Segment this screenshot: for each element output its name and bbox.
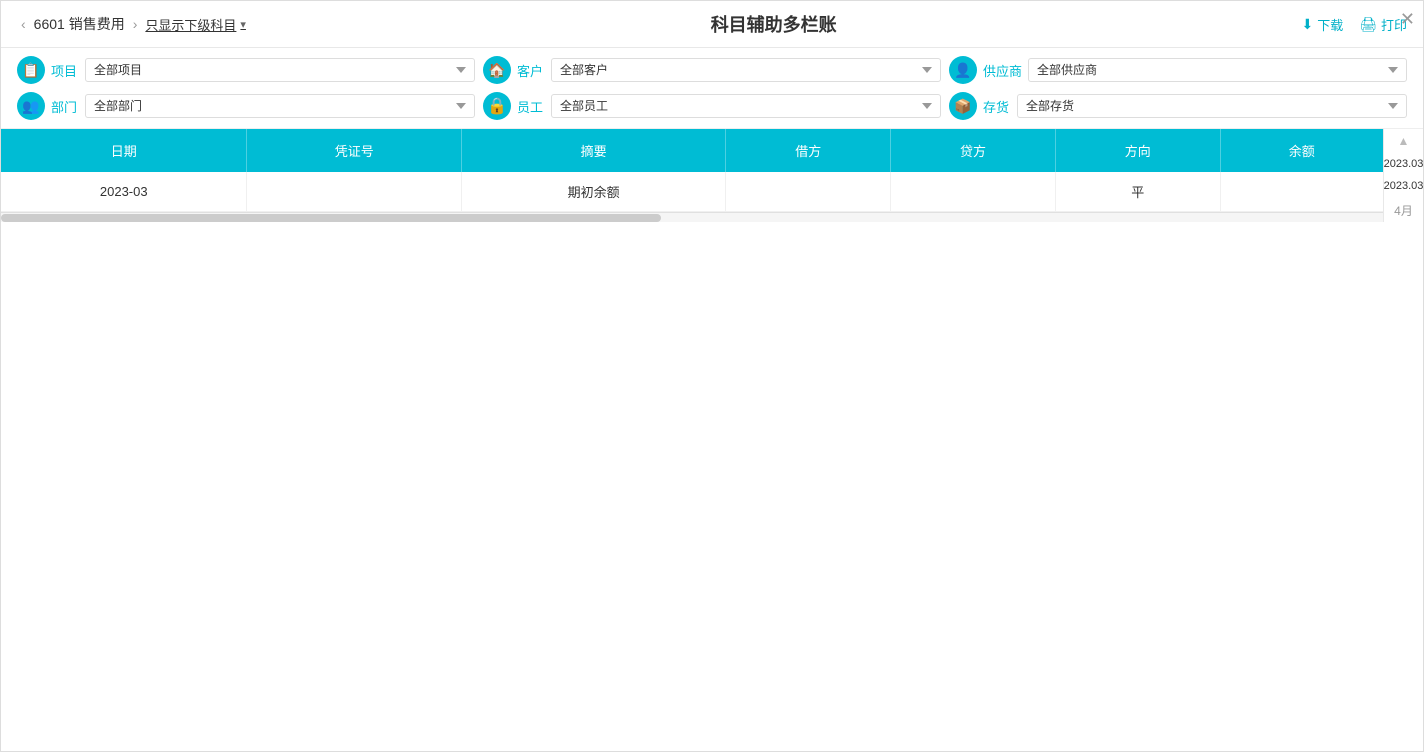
project-icon: 📋	[17, 56, 45, 84]
employee-select[interactable]: 全部员工	[551, 94, 941, 118]
page-title: 科目辅助多栏账	[254, 11, 1294, 37]
customer-filter-row: 🏠 客户 全部客户	[483, 56, 941, 84]
show-sub-button[interactable]: 只显示下级科目 ▾	[145, 15, 246, 34]
employee-label: 员工	[517, 97, 545, 116]
department-filter-row: 👥 部门 全部部门	[17, 92, 475, 120]
filter-area: 📋 项目 全部项目 🏠 客户 全部客户 👤 供应商 全部供应商 👥 部门 全	[1, 48, 1423, 129]
ledger-table: 日期 凭证号 摘要 借方 贷方 方向 余额 2023-03 期初余额	[1, 129, 1383, 212]
col-direction: 方向	[1055, 129, 1220, 172]
customer-icon: 🏠	[483, 56, 511, 84]
toolbar-left: ‹ 6601 销售费用 › 只显示下级科目 ▾	[17, 14, 246, 34]
col-credit: 贷方	[891, 129, 1056, 172]
close-button[interactable]: ✕	[1400, 9, 1415, 30]
project-label: 项目	[51, 61, 79, 80]
col-summary: 摘要	[462, 129, 726, 172]
cell-summary: 期初余额	[462, 172, 726, 212]
inventory-filter-row: 📦 存货 全部存货	[949, 92, 1407, 120]
toolbar: ‹ 6601 销售费用 › 只显示下级科目 ▾ 科目辅助多栏账 ⬇ 下载 🖨 打…	[1, 1, 1423, 48]
project-select[interactable]: 全部项目	[85, 58, 475, 82]
col-debit: 借方	[726, 129, 891, 172]
timeline-date-1[interactable]: 2023.03	[1384, 153, 1424, 175]
department-select[interactable]: 全部部门	[85, 94, 475, 118]
supplier-filter-row: 👤 供应商 全部供应商	[949, 56, 1407, 84]
download-button[interactable]: ⬇ 下载	[1301, 15, 1343, 34]
next-account-button[interactable]: ›	[129, 14, 142, 34]
chevron-down-icon: ▾	[240, 18, 246, 31]
cell-balance	[1220, 172, 1383, 212]
toolbar-right: ⬇ 下载 🖨 打印	[1301, 15, 1407, 34]
cell-date: 2023-03	[1, 172, 247, 212]
supplier-label: 供应商	[983, 61, 1022, 80]
timeline-date-2[interactable]: 2023.03	[1384, 175, 1424, 197]
customer-label: 客户	[517, 61, 545, 80]
department-icon: 👥	[17, 92, 45, 120]
department-label: 部门	[51, 97, 79, 116]
cell-voucher	[247, 172, 462, 212]
download-icon: ⬇	[1301, 16, 1313, 33]
employee-filter-row: 🔒 员工 全部员工	[483, 92, 941, 120]
col-balance: 余额	[1220, 129, 1383, 172]
customer-select[interactable]: 全部客户	[551, 58, 941, 82]
col-voucher: 凭证号	[247, 129, 462, 172]
inventory-label: 存货	[983, 97, 1011, 116]
show-sub-label: 只显示下级科目	[145, 15, 236, 34]
cell-credit	[891, 172, 1056, 212]
cell-direction: 平	[1055, 172, 1220, 212]
supplier-select[interactable]: 全部供应商	[1028, 58, 1407, 82]
timeline-month-4[interactable]: 4月	[1384, 197, 1424, 212]
close-icon: ✕	[1400, 9, 1415, 29]
cell-debit	[726, 172, 891, 212]
scrollbar-thumb[interactable]	[1, 214, 661, 222]
supplier-icon: 👤	[949, 56, 977, 84]
timeline-up-button[interactable]: ▲	[1384, 129, 1424, 153]
table-row: 2023-03 期初余额 平	[1, 172, 1383, 212]
inventory-select[interactable]: 全部存货	[1017, 94, 1407, 118]
horizontal-scrollbar[interactable]	[1, 212, 1383, 222]
timeline-sidebar: ▲ 2023.03 2023.03 4月 5月 6月 7月 8月 9月 10月 …	[1383, 129, 1423, 212]
employee-icon: 🔒	[483, 92, 511, 120]
col-date: 日期	[1, 129, 247, 172]
project-filter-row: 📋 项目 全部项目	[17, 56, 475, 84]
prev-account-button[interactable]: ‹	[17, 14, 30, 34]
print-icon: 🖨	[1359, 16, 1377, 33]
inventory-icon: 📦	[949, 92, 977, 120]
ledger-table-container: 日期 凭证号 摘要 借方 贷方 方向 余额 2023-03 期初余额	[1, 129, 1383, 212]
account-code: 6601 销售费用	[34, 14, 125, 34]
